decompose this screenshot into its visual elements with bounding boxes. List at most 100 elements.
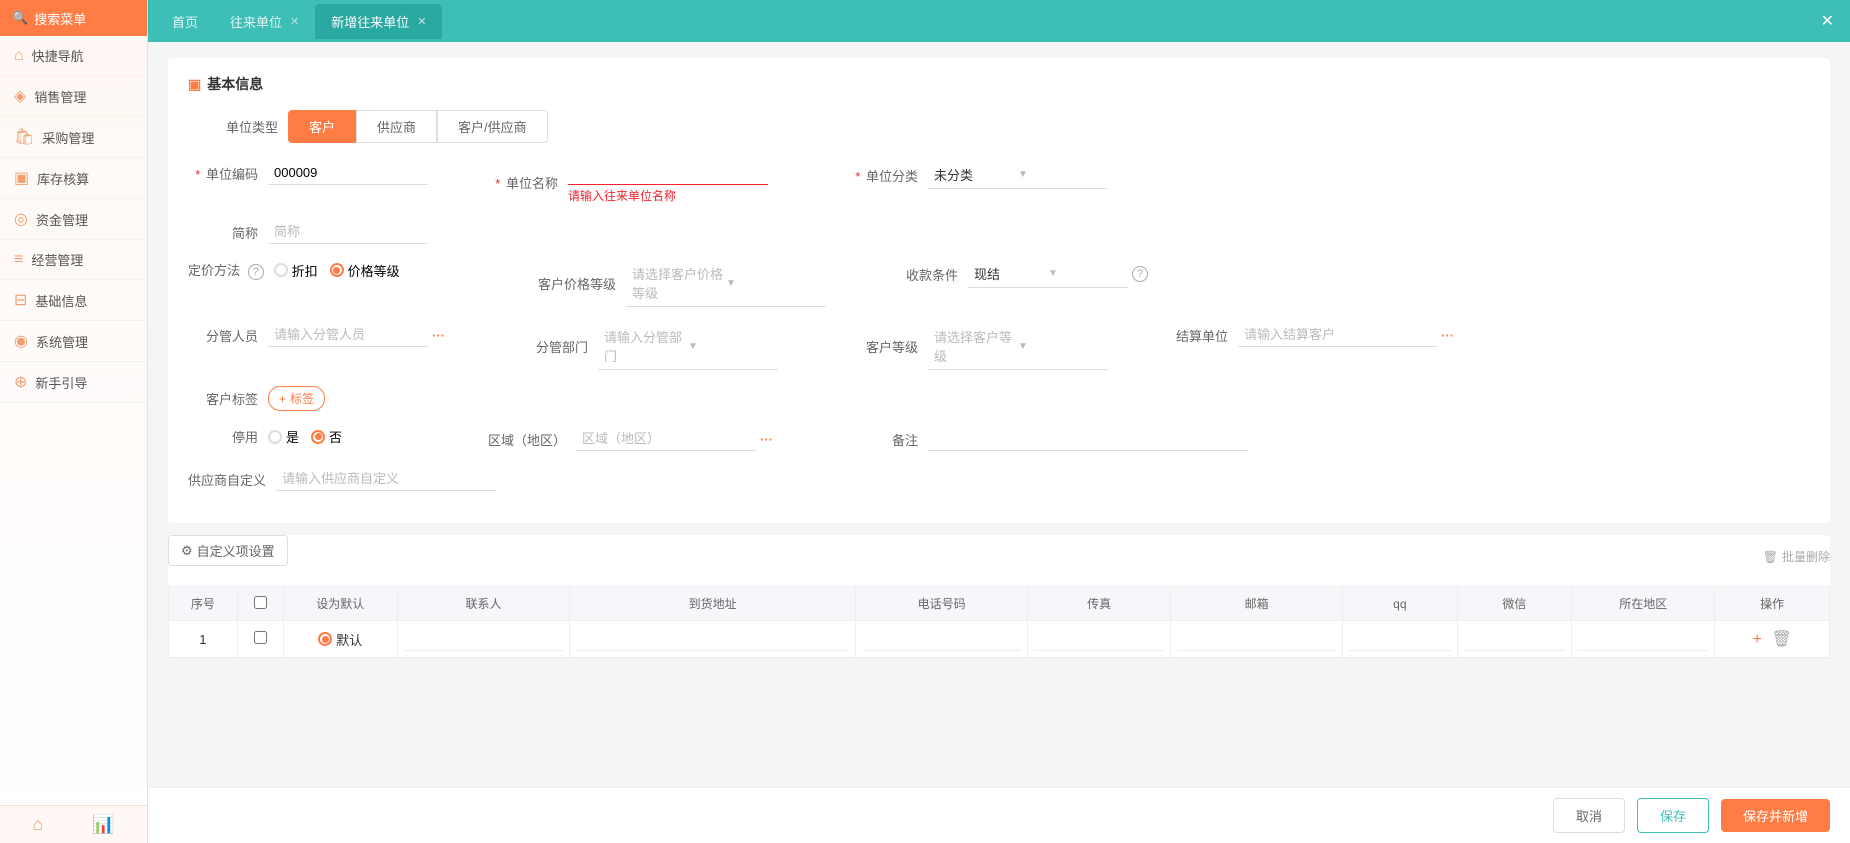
supplier-custom-input[interactable] bbox=[276, 467, 496, 491]
chevron-down-icon-5: ▼ bbox=[1018, 341, 1102, 352]
region-field: 区域（地区） ··· bbox=[488, 427, 828, 451]
custom-settings-label: 自定义项设置 bbox=[197, 541, 275, 560]
th-contact: 联系人 bbox=[398, 587, 570, 621]
sidebar-bottom-icon1: ⌂ bbox=[32, 814, 43, 835]
tab-bar: 首页 往来单位 ✕ 新增往来单位 ✕ ✕ bbox=[148, 0, 1850, 42]
row-phone-input[interactable] bbox=[862, 627, 1021, 651]
row-phone bbox=[856, 621, 1028, 658]
pricing-help-icon[interactable]: ? bbox=[248, 264, 264, 280]
row-add-btn[interactable]: + bbox=[1750, 631, 1765, 649]
radio-circle-level bbox=[330, 263, 344, 277]
payment-terms-select[interactable]: 现结 ▼ bbox=[968, 260, 1128, 288]
chevron-down-icon: ▼ bbox=[1018, 169, 1102, 180]
row-fax-input[interactable] bbox=[1034, 627, 1164, 651]
region-input[interactable] bbox=[576, 427, 756, 451]
section-title: ▣ 基本信息 bbox=[188, 74, 1810, 94]
form-footer: 取消 保存 保存并新增 bbox=[148, 787, 1850, 843]
window-close-btn[interactable]: ✕ bbox=[1813, 7, 1842, 35]
sidebar-item-purchase[interactable]: 🛍 采购管理 bbox=[0, 117, 147, 158]
tab-home[interactable]: 首页 bbox=[156, 4, 214, 39]
sidebar-item-label: 库存核算 bbox=[37, 169, 89, 188]
unit-code-input[interactable] bbox=[268, 161, 428, 185]
pricing-method-field: 定价方法 ? 折扣 价格等级 bbox=[188, 260, 528, 280]
disabled-yes-radio[interactable]: 是 bbox=[268, 427, 299, 446]
manager-more-btn[interactable]: ··· bbox=[428, 328, 449, 343]
disabled-no-radio[interactable]: 否 bbox=[311, 427, 342, 446]
batch-delete-btn[interactable]: 🗑 批量删除 bbox=[1763, 548, 1830, 565]
dept-select[interactable]: 请输入分管部门 ▼ bbox=[598, 323, 778, 370]
tab-new-partner[interactable]: 新增往来单位 ✕ bbox=[315, 4, 442, 39]
row-qq-input[interactable] bbox=[1349, 627, 1451, 651]
row-select-checkbox[interactable] bbox=[254, 631, 267, 644]
row-seq: 1 bbox=[169, 621, 238, 658]
sidebar-item-operations[interactable]: ≡ 经营管理 bbox=[0, 240, 147, 280]
sidebar-item-finance[interactable]: ◎ 资金管理 bbox=[0, 199, 147, 240]
manager-field: 分管人员 ··· bbox=[188, 323, 508, 347]
sidebar-item-guide[interactable]: ⊕ 新手引导 bbox=[0, 362, 147, 403]
row-default-radio[interactable]: 默认 bbox=[290, 630, 392, 649]
tab-partners[interactable]: 往来单位 ✕ bbox=[214, 4, 315, 39]
select-all-checkbox[interactable] bbox=[254, 596, 267, 609]
table-header: 序号 设为默认 联系人 到货地址 电话号码 传真 邮箱 qq 微信 所在地区 bbox=[169, 587, 1830, 621]
remark-input[interactable] bbox=[928, 427, 1248, 451]
type-btn-customer[interactable]: 客户 bbox=[288, 110, 356, 143]
row-contact-input[interactable] bbox=[404, 627, 563, 651]
row-email-input[interactable] bbox=[1177, 627, 1336, 651]
row-address-input[interactable] bbox=[576, 627, 849, 651]
sidebar-item-inventory[interactable]: ▣ 库存核算 bbox=[0, 158, 147, 199]
sidebar-item-sales[interactable]: ◈ 销售管理 bbox=[0, 76, 147, 117]
row-region-input[interactable] bbox=[1578, 627, 1708, 651]
row-delete-btn[interactable]: 🗑 bbox=[1769, 629, 1795, 649]
search-icon: 🔍 bbox=[12, 10, 28, 26]
row-contact bbox=[398, 621, 570, 658]
row-default: 默认 bbox=[283, 621, 398, 658]
pricing-radio-group: 折扣 价格等级 bbox=[274, 261, 400, 280]
radio-circle-no bbox=[311, 430, 325, 444]
th-address: 到货地址 bbox=[569, 587, 855, 621]
save-button[interactable]: 保存 bbox=[1637, 798, 1709, 833]
type-btn-supplier[interactable]: 供应商 bbox=[356, 110, 437, 143]
finance-icon: ◎ bbox=[14, 209, 28, 229]
sidebar-item-quick-nav[interactable]: ⌂ 快捷导航 bbox=[0, 36, 147, 76]
form-row-pricing: 定价方法 ? 折扣 价格等级 bbox=[188, 260, 1810, 307]
unit-name-field: * 单位名称 请输入往来单位名称 bbox=[488, 161, 828, 204]
customer-price-select[interactable]: 请选择客户价格等级 ▼ bbox=[626, 260, 826, 307]
sidebar-item-label: 采购管理 bbox=[42, 128, 94, 147]
cancel-button[interactable]: 取消 bbox=[1553, 798, 1625, 833]
type-btn-both[interactable]: 客户/供应商 bbox=[437, 110, 548, 143]
unit-name-input[interactable] bbox=[568, 161, 768, 185]
payment-help-icon[interactable]: ? bbox=[1132, 266, 1148, 282]
sidebar-item-label: 经营管理 bbox=[31, 250, 83, 269]
th-default: 设为默认 bbox=[283, 587, 398, 621]
th-action: 操作 bbox=[1715, 587, 1830, 621]
tab-partners-close[interactable]: ✕ bbox=[290, 15, 299, 28]
radio-circle-yes bbox=[268, 430, 282, 444]
add-tag-btn[interactable]: + 标签 bbox=[268, 386, 325, 411]
tab-new-partner-close[interactable]: ✕ bbox=[417, 15, 426, 28]
unit-category-select[interactable]: 未分类 ▼ bbox=[928, 161, 1108, 189]
form-content: ▣ 基本信息 单位类型 客户 供应商 客户/供应商 * 单位编码 bbox=[148, 42, 1850, 787]
tab-home-label: 首页 bbox=[172, 12, 198, 31]
radio-dot-no bbox=[315, 433, 322, 440]
settlement-input[interactable] bbox=[1238, 323, 1437, 347]
customer-level-select[interactable]: 请选择客户等级 ▼ bbox=[928, 323, 1108, 370]
custom-settings-btn[interactable]: ⚙ 自定义项设置 bbox=[168, 535, 288, 566]
row-wechat-input[interactable] bbox=[1464, 627, 1566, 651]
settlement-more-btn[interactable]: ··· bbox=[1437, 328, 1458, 343]
sidebar-item-system[interactable]: ◉ 系统管理 bbox=[0, 321, 147, 362]
pricing-level-radio[interactable]: 价格等级 bbox=[330, 261, 400, 280]
settlement-field: 结算单位 ··· bbox=[1158, 323, 1458, 347]
pricing-level-label: 价格等级 bbox=[348, 261, 400, 280]
search-menu-label: 搜索菜单 bbox=[34, 9, 86, 28]
tag-btn-label: 标签 bbox=[290, 390, 314, 407]
region-more-btn[interactable]: ··· bbox=[756, 432, 777, 447]
short-name-input[interactable] bbox=[268, 220, 428, 244]
row-qq bbox=[1343, 621, 1458, 658]
save-new-button[interactable]: 保存并新增 bbox=[1721, 799, 1830, 832]
th-qq: qq bbox=[1343, 587, 1458, 621]
search-menu-btn[interactable]: 🔍 搜索菜单 bbox=[0, 0, 147, 36]
sidebar-item-basic-info[interactable]: ⊟ 基础信息 bbox=[0, 280, 147, 321]
sidebar-item-label: 新手引导 bbox=[35, 373, 87, 392]
manager-input[interactable] bbox=[268, 323, 428, 347]
pricing-discount-radio[interactable]: 折扣 bbox=[274, 261, 318, 280]
